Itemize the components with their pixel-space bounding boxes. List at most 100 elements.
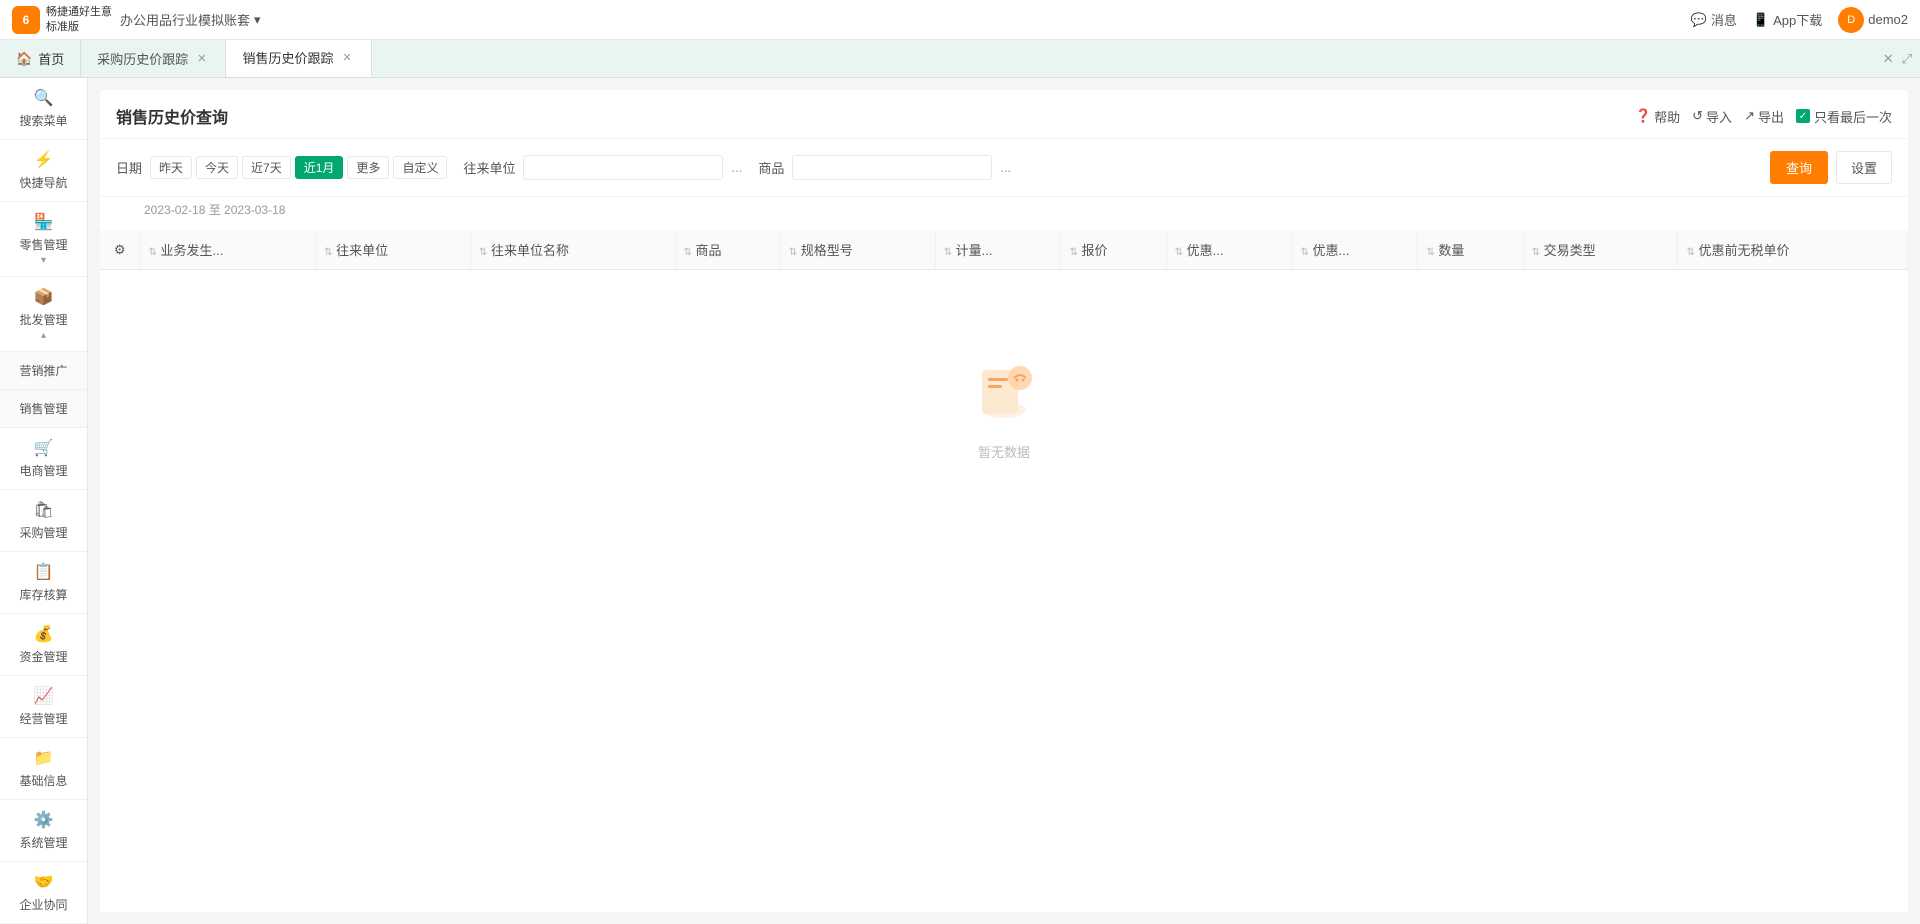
sidebar-item-inventory[interactable]: 📋 库存核算 (0, 552, 87, 614)
sort-icon: ⇅ (1175, 247, 1183, 258)
retail-icon: 🏪 (34, 212, 54, 232)
sidebar-item-retail[interactable]: 🏪 零售管理 ▾ (0, 202, 87, 277)
download-icon: 📱 (1753, 12, 1769, 28)
sidebar-item-purchase[interactable]: 🛍 采购管理 (0, 490, 87, 552)
message-button[interactable]: 💬 消息 (1691, 10, 1737, 29)
home-icon: 🏠 (16, 51, 32, 67)
main-layout: 🔍 搜索菜单 ⚡ 快捷导航 🏪 零售管理 ▾ 📦 批发管理 ▴ 营销推广 销售管… (0, 78, 1920, 924)
lightning-icon: ⚡ (34, 150, 54, 170)
date-btn-7days[interactable]: 近7天 (242, 156, 291, 179)
date-btn-today[interactable]: 今天 (196, 156, 238, 179)
product-filter-group: 商品 ... (758, 155, 1011, 180)
help-button[interactable]: ❓ 帮助 (1635, 107, 1680, 126)
data-table: ⚙ ⇅ 业务发生... ⇅ 往来单位 (100, 230, 1908, 270)
chevron-up-icon: ▴ (41, 330, 46, 341)
sidebar-item-wholesale[interactable]: 📦 批发管理 ▴ (0, 277, 87, 352)
th-pre-tax-price[interactable]: ⇅ 优惠前无税单价 (1678, 230, 1908, 270)
top-header: 6 畅捷通好生意 标准版 办公用品行业模拟账套 ▾ 💬 消息 📱 App下载 D… (0, 0, 1920, 40)
th-qty[interactable]: ⇅ 数量 (1418, 230, 1523, 270)
th-trade-type[interactable]: ⇅ 交易类型 (1523, 230, 1678, 270)
finance-icon: 💰 (34, 624, 54, 644)
filter-actions: 查询 设置 (1770, 151, 1892, 184)
sort-icon: ⇅ (324, 247, 332, 258)
product-input[interactable] (792, 155, 992, 180)
sort-icon: ⇅ (1301, 247, 1309, 258)
maximize-button[interactable]: ⤢ (1902, 51, 1912, 67)
sort-icon: ⇅ (684, 247, 692, 258)
app-download-button[interactable]: 📱 App下载 (1753, 10, 1822, 29)
tab-home[interactable]: 🏠 首页 (0, 40, 81, 77)
close-purchase-tab-button[interactable]: ✕ (194, 51, 209, 66)
inventory-icon: 📋 (34, 562, 54, 582)
basic-info-icon: 📁 (34, 748, 54, 768)
import-button[interactable]: ↺ 导入 (1692, 107, 1732, 126)
tab-purchase-history[interactable]: 采购历史价跟踪 ✕ (81, 40, 226, 77)
sidebar-item-marketing[interactable]: 营销推广 (0, 352, 87, 390)
user-avatar-button[interactable]: D demo2 (1838, 7, 1908, 33)
sort-icon: ⇅ (479, 247, 487, 258)
settings-button[interactable]: 设置 (1836, 151, 1892, 184)
date-buttons: 昨天 今天 近7天 近1月 更多 自定义 (150, 156, 447, 179)
sidebar-item-system[interactable]: ⚙️ 系统管理 (0, 800, 87, 862)
page-title-bar: 销售历史价查询 ❓ 帮助 ↺ 导入 ↗ 导出 (100, 90, 1908, 139)
date-btn-1month[interactable]: 近1月 (295, 156, 344, 179)
product-more-button[interactable]: ... (1000, 160, 1011, 175)
filter-bar: 日期 昨天 今天 近7天 近1月 更多 自定义 往来单位 .. (100, 139, 1908, 197)
sort-icon: ⇅ (944, 247, 952, 258)
tab-bar: 🏠 首页 采购历史价跟踪 ✕ 销售历史价跟踪 ✕ ✕ ⤢ (0, 40, 1920, 78)
date-filter-group: 日期 昨天 今天 近7天 近1月 更多 自定义 (116, 156, 447, 179)
sidebar-item-operations[interactable]: 📈 经营管理 (0, 676, 87, 738)
sort-icon: ⇅ (1069, 247, 1077, 258)
sidebar-item-ecommerce[interactable]: 🛒 电商管理 (0, 428, 87, 490)
th-unit[interactable]: ⇅ 计量... (935, 230, 1061, 270)
ecommerce-icon: 🛒 (34, 438, 54, 458)
th-discount2[interactable]: ⇅ 优惠... (1292, 230, 1418, 270)
th-product[interactable]: ⇅ 商品 (675, 230, 780, 270)
search-icon: 🔍 (34, 88, 54, 108)
page-title: 销售历史价查询 (116, 104, 228, 128)
date-btn-custom[interactable]: 自定义 (393, 156, 447, 179)
sidebar-item-search[interactable]: 🔍 搜索菜单 (0, 78, 87, 140)
th-unit-code[interactable]: ⇅ 往来单位 (316, 230, 471, 270)
source-unit-input[interactable] (523, 155, 723, 180)
sidebar-item-shortcut[interactable]: ⚡ 快捷导航 (0, 140, 87, 202)
product-label: 商品 (758, 158, 784, 177)
date-label: 日期 (116, 158, 142, 177)
sidebar-item-basic-info[interactable]: 📁 基础信息 (0, 738, 87, 800)
th-spec[interactable]: ⇅ 规格型号 (780, 230, 935, 270)
date-btn-more[interactable]: 更多 (347, 156, 389, 179)
chevron-down-icon: ▾ (254, 12, 261, 28)
app-selector[interactable]: 办公用品行业模拟账套 ▾ (120, 10, 261, 29)
logo-icon: 6 (12, 6, 40, 34)
logo-area: 6 畅捷通好生意 标准版 (12, 5, 112, 34)
operations-icon: 📈 (34, 686, 54, 706)
th-biz-date[interactable]: ⇅ 业务发生... (140, 230, 316, 270)
empty-state: 暂无数据 (100, 270, 1908, 541)
table-header-row: ⚙ ⇅ 业务发生... ⇅ 往来单位 (100, 230, 1908, 270)
query-button[interactable]: 查询 (1770, 151, 1828, 184)
only-latest-checkbox-wrap[interactable]: ✓ 只看最后一次 (1796, 107, 1892, 126)
sidebar-item-finance[interactable]: 💰 资金管理 (0, 614, 87, 676)
settings-icon: ⚙ (114, 242, 126, 257)
close-sales-tab-button[interactable]: ✕ (339, 50, 354, 65)
sort-icon: ⇅ (1532, 247, 1540, 258)
tab-sales-history[interactable]: 销售历史价跟踪 ✕ (226, 40, 371, 77)
export-button[interactable]: ↗ 导出 (1744, 107, 1784, 126)
date-btn-yesterday[interactable]: 昨天 (150, 156, 192, 179)
empty-state-icon (964, 350, 1044, 430)
header-left: 6 畅捷通好生意 标准版 办公用品行业模拟账套 ▾ (12, 5, 261, 34)
message-icon: 💬 (1691, 12, 1707, 28)
source-unit-more-button[interactable]: ... (731, 160, 742, 175)
th-settings[interactable]: ⚙ (100, 230, 140, 270)
date-range-display: 2023-02-18 至 2023-03-18 (100, 197, 1908, 230)
content-area: 销售历史价查询 ❓ 帮助 ↺ 导入 ↗ 导出 (88, 78, 1920, 924)
only-latest-checkbox[interactable]: ✓ (1796, 109, 1810, 123)
sidebar-item-sales-mgmt[interactable]: 销售管理 (0, 390, 87, 428)
close-all-tabs-button[interactable]: ✕ (1883, 51, 1894, 67)
th-unit-name[interactable]: ⇅ 往来单位名称 (470, 230, 675, 270)
table-wrap: ⚙ ⇅ 业务发生... ⇅ 往来单位 (100, 230, 1908, 541)
th-quote[interactable]: ⇅ 报价 (1061, 230, 1166, 270)
sidebar-item-enterprise[interactable]: 🤝 企业协同 (0, 862, 87, 924)
th-discount1[interactable]: ⇅ 优惠... (1166, 230, 1292, 270)
page-title-actions: ❓ 帮助 ↺ 导入 ↗ 导出 ✓ 只看最后一次 (1635, 107, 1892, 126)
